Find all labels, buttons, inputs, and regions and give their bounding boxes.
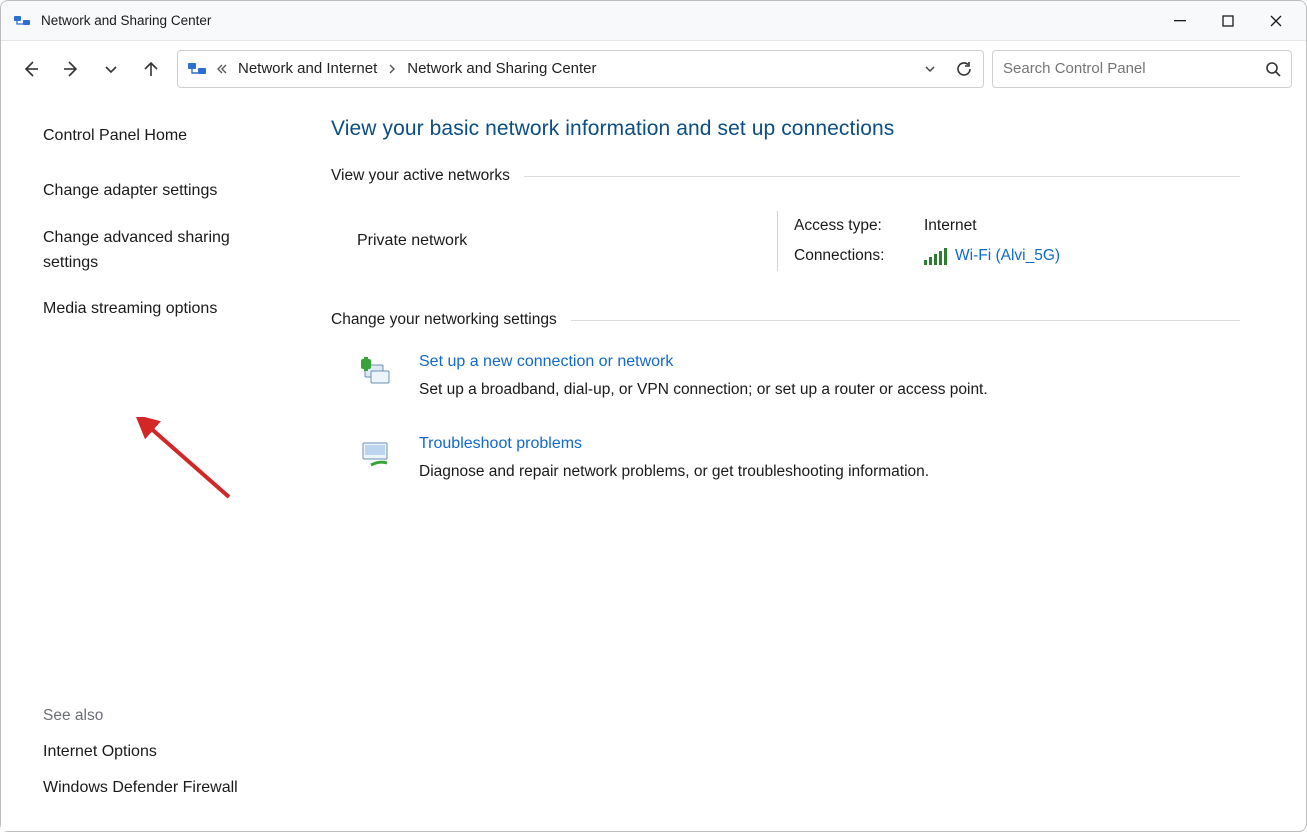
change-settings-heading: Change your networking settings	[331, 311, 1240, 329]
navbar: Network and Internet Network and Sharing…	[1, 41, 1306, 97]
chevron-left-double-icon[interactable]	[214, 63, 230, 75]
address-dropdown-button[interactable]	[913, 52, 947, 86]
change-adapter-settings-link[interactable]: Change adapter settings	[43, 177, 279, 206]
nav-back-button[interactable]	[13, 51, 49, 87]
connection-link[interactable]: Wi-Fi (Alvi_5G)	[955, 247, 1060, 265]
close-button[interactable]	[1252, 1, 1300, 41]
search-box[interactable]	[992, 50, 1292, 88]
titlebar: Network and Sharing Center	[1, 1, 1306, 41]
network-sharing-icon	[13, 12, 31, 30]
media-streaming-options-link[interactable]: Media streaming options	[43, 295, 279, 324]
active-networks-heading: View your active networks	[331, 167, 1240, 185]
access-type-value: Internet	[924, 217, 977, 235]
search-icon	[1265, 61, 1281, 77]
breadcrumb-item[interactable]: Network and Sharing Center	[401, 56, 602, 81]
control-panel-home-link[interactable]: Control Panel Home	[43, 125, 279, 147]
connections-label: Connections:	[794, 247, 924, 265]
window-frame: Network and Sharing Center	[0, 0, 1307, 832]
wifi-signal-icon	[924, 248, 947, 265]
setup-connection-icon	[359, 353, 399, 399]
refresh-button[interactable]	[947, 52, 981, 86]
body: Control Panel Home Change adapter settin…	[1, 97, 1306, 831]
internet-options-link[interactable]: Internet Options	[43, 741, 279, 763]
active-network-panel: Private network Access type: Internet Co…	[331, 197, 1240, 311]
page-title: View your basic network information and …	[331, 117, 1240, 141]
see-also-heading: See also	[43, 707, 279, 725]
nav-recent-button[interactable]	[93, 51, 129, 87]
sidebar: Control Panel Home Change adapter settin…	[1, 97, 301, 831]
setup-connection-link[interactable]: Set up a new connection or network	[419, 353, 673, 371]
troubleshoot-item: Troubleshoot problems Diagnose and repai…	[359, 435, 1240, 481]
minimize-button[interactable]	[1156, 1, 1204, 41]
main-content: View your basic network information and …	[301, 97, 1306, 831]
access-type-label: Access type:	[794, 217, 924, 235]
breadcrumb-item[interactable]: Network and Internet	[232, 56, 383, 81]
address-bar[interactable]: Network and Internet Network and Sharing…	[177, 50, 984, 88]
search-input[interactable]	[1003, 60, 1259, 77]
setup-connection-item: Set up a new connection or network Set u…	[359, 353, 1240, 399]
troubleshoot-link[interactable]: Troubleshoot problems	[419, 435, 582, 453]
network-sharing-icon	[186, 58, 208, 80]
chevron-right-icon	[385, 64, 399, 74]
windows-defender-firewall-link[interactable]: Windows Defender Firewall	[43, 777, 279, 799]
nav-forward-button[interactable]	[53, 51, 89, 87]
nav-up-button[interactable]	[133, 51, 169, 87]
setup-connection-desc: Set up a broadband, dial-up, or VPN conn…	[419, 381, 988, 399]
troubleshoot-icon	[359, 435, 399, 481]
troubleshoot-desc: Diagnose and repair network problems, or…	[419, 463, 929, 481]
change-advanced-sharing-link[interactable]: Change advanced sharing settings	[43, 224, 279, 278]
maximize-button[interactable]	[1204, 1, 1252, 41]
window-title: Network and Sharing Center	[41, 13, 211, 28]
network-type-label: Private network	[357, 232, 467, 250]
